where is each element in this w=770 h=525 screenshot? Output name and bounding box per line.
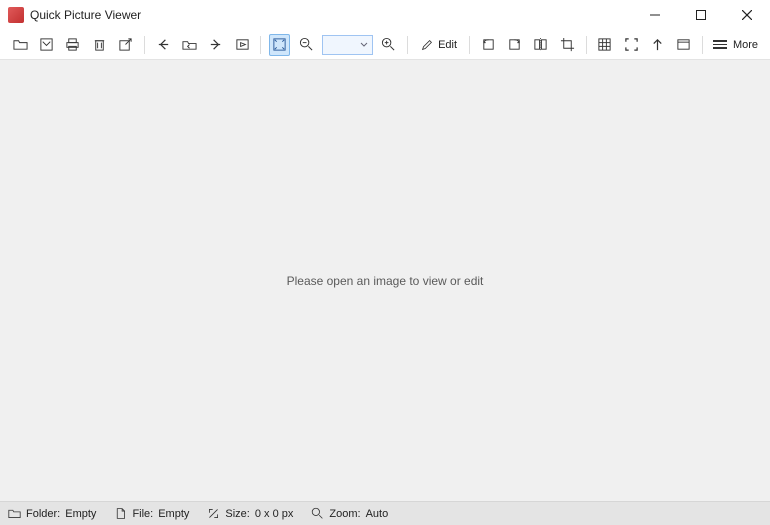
titlebar: Quick Picture Viewer [0,0,770,30]
separator [407,36,408,54]
status-file: File: Empty [114,507,189,520]
zoom-out-button[interactable] [296,34,316,56]
zoom-in-button[interactable] [379,34,399,56]
empty-placeholder: Please open an image to view or edit [287,274,484,288]
maximize-button[interactable] [678,0,724,30]
size-icon [207,507,220,520]
edit-label: Edit [438,39,457,51]
minimize-button[interactable] [632,0,678,30]
more-button[interactable]: More [711,39,760,51]
close-button[interactable] [724,0,770,30]
statusbar: Folder: Empty File: Empty Size: 0 x 0 px… [0,501,770,525]
pencil-icon [420,38,434,52]
separator [702,36,703,54]
canvas-area: Please open an image to view or edit [0,60,770,501]
slideshow-button[interactable] [232,34,252,56]
hamburger-icon [713,40,727,49]
fit-to-window-button[interactable] [269,34,290,56]
zoom-level-combo[interactable] [322,35,372,55]
frameless-button[interactable] [674,34,694,56]
app-icon [8,7,24,23]
separator [469,36,470,54]
rotate-right-button[interactable] [504,34,524,56]
open-button[interactable] [10,34,30,56]
open-external-button[interactable] [116,34,136,56]
prev-image-button[interactable] [153,34,173,56]
rotate-left-button[interactable] [478,34,498,56]
separator [260,36,261,54]
more-label: More [733,39,758,51]
flip-horizontal-button[interactable] [531,34,551,56]
crop-button[interactable] [557,34,577,56]
file-icon [114,507,127,520]
separator [144,36,145,54]
fullscreen-button[interactable] [621,34,641,56]
edit-button[interactable]: Edit [416,34,461,56]
next-image-button[interactable] [206,34,226,56]
always-on-top-button[interactable] [647,34,667,56]
print-button[interactable] [63,34,83,56]
delete-button[interactable] [89,34,109,56]
checkerboard-button[interactable] [594,34,614,56]
toolbar: Edit More [0,30,770,60]
status-zoom: Zoom: Auto [311,507,388,520]
status-size: Size: 0 x 0 px [207,507,293,520]
show-in-folder-button[interactable] [179,34,199,56]
separator [586,36,587,54]
folder-icon [8,507,21,520]
zoom-icon [311,507,324,520]
window-title: Quick Picture Viewer [30,8,141,22]
status-folder: Folder: Empty [8,507,96,520]
save-as-button[interactable] [36,34,56,56]
